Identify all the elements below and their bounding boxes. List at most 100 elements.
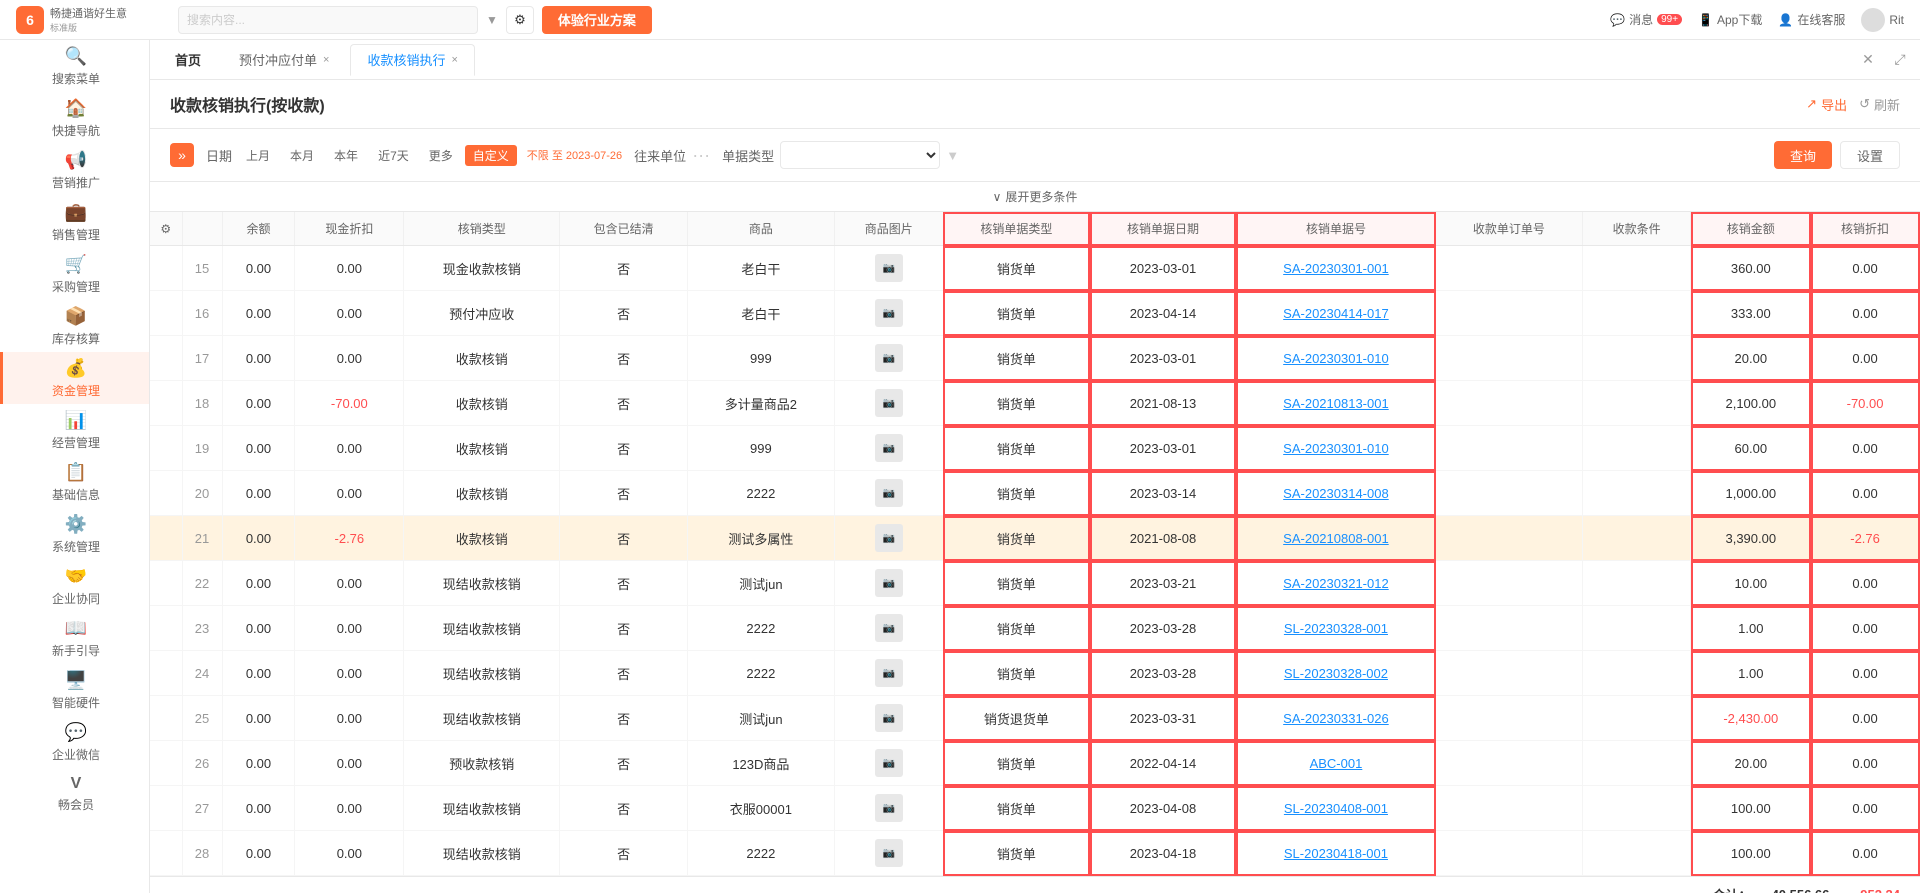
td-write-off-amount: 1,000.00 — [1691, 471, 1811, 516]
td-write-off-no[interactable]: SA-20230314-008 — [1236, 471, 1435, 516]
expand-more-bar: ∨ 展开更多条件 — [150, 182, 1920, 212]
td-write-off-no[interactable]: SA-20230414-017 — [1236, 291, 1435, 336]
td-write-off-type: 现结收款核销 — [404, 651, 560, 696]
sidebar-item-basics[interactable]: 📋 基础信息 — [0, 456, 149, 508]
td-gear — [150, 696, 182, 741]
settings-icon[interactable]: ⚙ — [506, 6, 534, 34]
filter-counterparty-label: 往来单位 — [634, 146, 686, 165]
filter-this-year[interactable]: 本年 — [326, 145, 366, 166]
td-write-off-discount: 0.00 — [1811, 831, 1920, 876]
sidebar-item-sales[interactable]: 💼 销售管理 — [0, 196, 149, 248]
voucher-type-select[interactable] — [780, 141, 940, 169]
sidebar-label-system: 系统管理 — [52, 538, 100, 555]
sidebar-item-search[interactable]: 🔍 搜索菜单 — [0, 40, 149, 92]
td-write-off-no[interactable]: SA-20230331-026 — [1236, 696, 1435, 741]
td-receipt-condition — [1582, 831, 1691, 876]
th-gear[interactable]: ⚙ — [150, 212, 182, 246]
query-button[interactable]: 查询 — [1774, 141, 1832, 169]
counterparty-dots[interactable]: ··· — [692, 145, 710, 166]
td-seq: 16 — [182, 291, 222, 336]
sidebar-item-hardware[interactable]: 🖥️ 智能硬件 — [0, 664, 149, 716]
export-button[interactable]: ↗ 导出 — [1806, 95, 1847, 114]
td-write-off-no[interactable]: SA-20230321-012 — [1236, 561, 1435, 606]
online-service-button[interactable]: 👤 在线客服 — [1778, 11, 1845, 28]
tab-home[interactable]: 首页 — [158, 44, 218, 76]
finance-icon: 💰 — [65, 358, 87, 379]
td-write-off-no[interactable]: SL-20230328-001 — [1236, 606, 1435, 651]
total-discount-value: 952.24 — [1860, 887, 1900, 893]
sidebar-item-system[interactable]: ⚙️ 系统管理 — [0, 508, 149, 560]
sidebar-item-marketing[interactable]: 📢 营销推广 — [0, 144, 149, 196]
th-balance: 余额 — [222, 212, 295, 246]
td-included-settled: 否 — [560, 651, 688, 696]
filter-this-month[interactable]: 本月 — [282, 145, 322, 166]
sidebar-item-operations[interactable]: 📊 经营管理 — [0, 404, 149, 456]
close-tab-icon[interactable]: ✕ — [1856, 48, 1880, 72]
industry-button[interactable]: 体验行业方案 — [542, 6, 652, 34]
sidebar-item-vip[interactable]: V 畅会员 — [0, 768, 149, 820]
tab-writeoff[interactable]: 收款核销执行 × — [350, 44, 474, 76]
td-write-off-no[interactable]: SA-20230301-010 — [1236, 336, 1435, 381]
td-write-off-type: 收款核销 — [404, 336, 560, 381]
app-download-button[interactable]: 📱 App下载 — [1698, 11, 1762, 28]
th-goods: 商品 — [687, 212, 834, 246]
td-write-off-voucher-type: 销货退货单 — [943, 696, 1090, 741]
sidebar-item-cooperation[interactable]: 🤝 企业协同 — [0, 560, 149, 612]
sidebar-item-guide[interactable]: 📖 新手引导 — [0, 612, 149, 664]
td-write-off-no[interactable]: SL-20230408-001 — [1236, 786, 1435, 831]
filter-custom-date[interactable]: 自定义 — [465, 145, 517, 166]
th-write-off-voucher-type: 核销单据类型 — [943, 212, 1090, 246]
td-goods-image: 📷 — [834, 426, 943, 471]
refresh-button[interactable]: ↺ 刷新 — [1859, 95, 1900, 114]
inventory-icon: 📦 — [65, 306, 87, 327]
filter-toggle-button[interactable]: » — [170, 143, 194, 167]
td-balance: 0.00 — [222, 606, 295, 651]
sidebar-item-wechat[interactable]: 💬 企业微信 — [0, 716, 149, 768]
td-write-off-no[interactable]: SA-20230301-001 — [1236, 246, 1435, 291]
voucher-type-dropdown[interactable]: ▼ — [946, 148, 959, 163]
dropdown-arrow-icon[interactable]: ▼ — [486, 13, 498, 27]
td-receipt-condition — [1582, 561, 1691, 606]
notification-button[interactable]: 💬 消息 99+ — [1610, 11, 1682, 28]
filter-settings-button[interactable]: 设置 — [1840, 141, 1900, 169]
search-icon: 🔍 — [65, 46, 87, 67]
filter-last-month[interactable]: 上月 — [238, 145, 278, 166]
td-goods: 2222 — [687, 831, 834, 876]
maximize-icon[interactable]: ⤢ — [1888, 48, 1912, 72]
td-goods-image: 📷 — [834, 291, 943, 336]
tab-prepayment-close[interactable]: × — [323, 54, 329, 66]
td-write-off-date: 2023-03-28 — [1090, 651, 1237, 696]
sidebar-item-inventory[interactable]: 📦 库存核算 — [0, 300, 149, 352]
td-gear — [150, 516, 182, 561]
th-write-off-discount: 核销折扣 — [1811, 212, 1920, 246]
td-gear — [150, 336, 182, 381]
td-write-off-no[interactable]: SA-20210813-001 — [1236, 381, 1435, 426]
filter-7days[interactable]: 近7天 — [370, 145, 417, 166]
td-write-off-no[interactable]: ABC-001 — [1236, 741, 1435, 786]
sidebar-item-purchase[interactable]: 🛒 采购管理 — [0, 248, 149, 300]
expand-more-button[interactable]: ∨ 展开更多条件 — [993, 188, 1078, 205]
td-cash-discount: 0.00 — [295, 831, 404, 876]
tab-prepayment-label: 预付冲应付单 — [239, 50, 317, 69]
page-header: 收款核销执行(按收款) ↗ 导出 ↺ 刷新 — [150, 80, 1920, 129]
td-seq: 28 — [182, 831, 222, 876]
filter-more-date[interactable]: 更多 — [421, 145, 461, 166]
td-write-off-date: 2023-03-01 — [1090, 246, 1237, 291]
td-write-off-no[interactable]: SA-20210808-001 — [1236, 516, 1435, 561]
sidebar-item-quicknav[interactable]: 🏠 快捷导航 — [0, 92, 149, 144]
table-container: ⚙ 余额 现金折扣 核销类型 包含已结清 商品 商品图片 核销单据类型 核销单据… — [150, 212, 1920, 893]
search-box[interactable]: 搜索内容... — [178, 6, 478, 34]
logo-icon: 6 — [16, 6, 44, 34]
td-write-off-no[interactable]: SA-20230301-010 — [1236, 426, 1435, 471]
user-menu[interactable]: Rit — [1861, 8, 1904, 32]
sidebar-item-finance[interactable]: 💰 资金管理 — [0, 352, 149, 404]
tab-writeoff-close[interactable]: × — [451, 54, 457, 66]
td-write-off-no[interactable]: SL-20230418-001 — [1236, 831, 1435, 876]
td-receipt-condition — [1582, 381, 1691, 426]
td-receipt-order-no — [1436, 516, 1583, 561]
tab-prepayment[interactable]: 预付冲应付单 × — [222, 44, 346, 76]
table-row: 170.000.00收款核销否999📷销货单2023-03-01SA-20230… — [150, 336, 1920, 381]
td-write-off-no[interactable]: SL-20230328-002 — [1236, 651, 1435, 696]
table-row: 200.000.00收款核销否2222📷销货单2023-03-14SA-2023… — [150, 471, 1920, 516]
td-seq: 22 — [182, 561, 222, 606]
